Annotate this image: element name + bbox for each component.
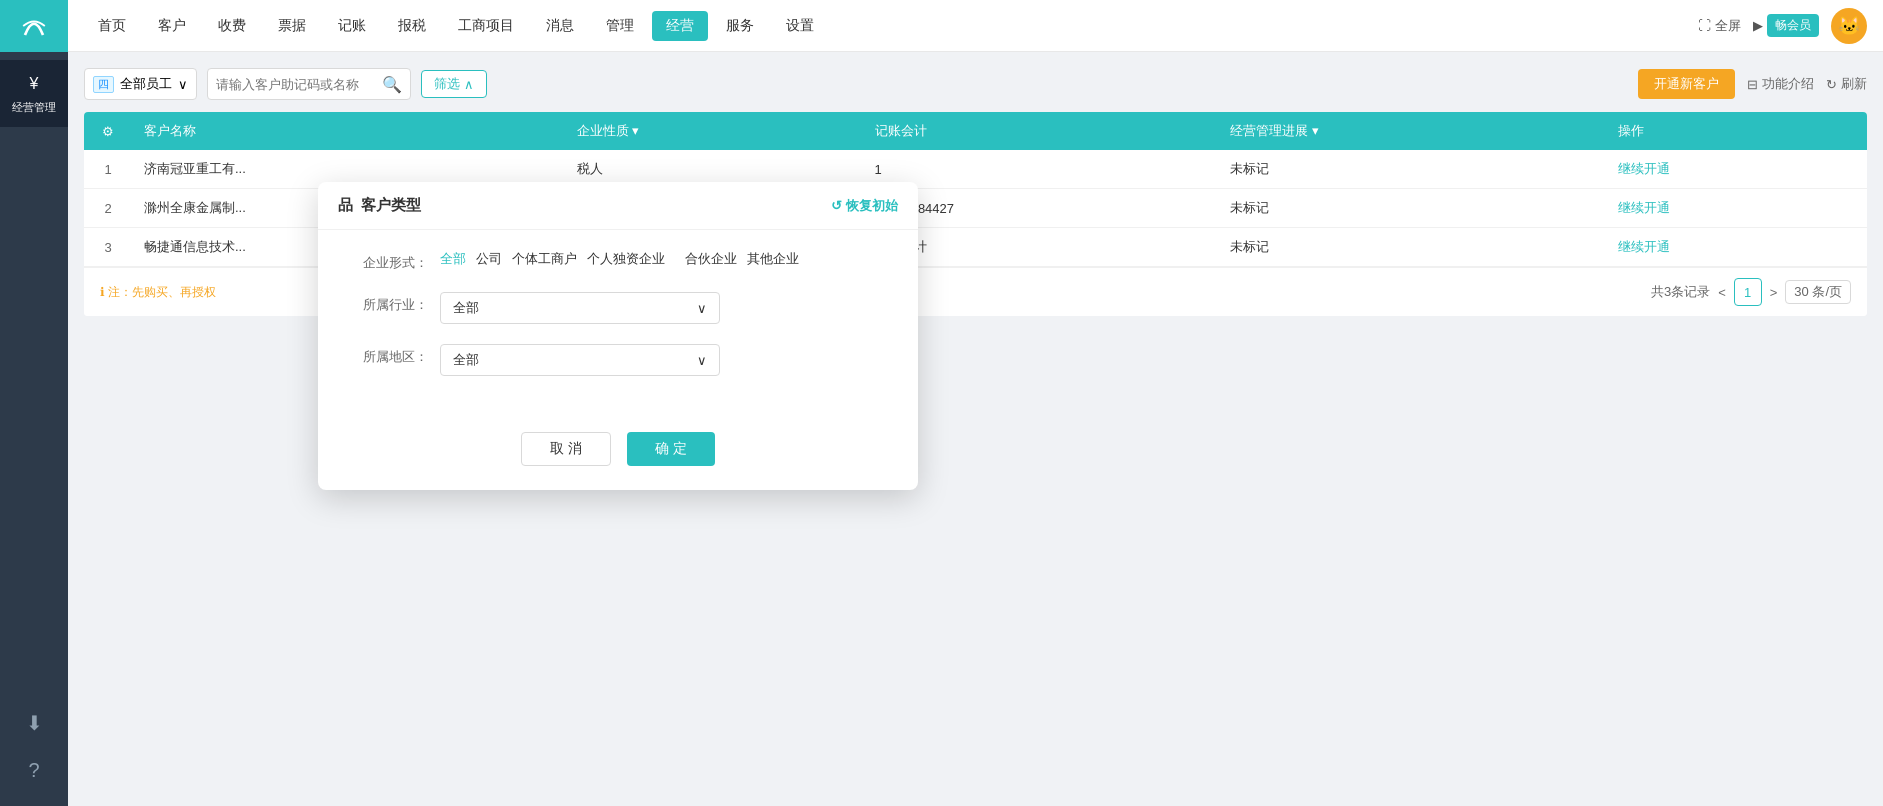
nav-manage[interactable]: 管理: [592, 11, 648, 41]
nav-operation[interactable]: 经营: [652, 11, 708, 41]
nav-tax[interactable]: 报税: [384, 11, 440, 41]
region-label: 所属地区：: [348, 344, 428, 366]
nav-biz[interactable]: 工商项目: [444, 11, 528, 41]
sidebar: ¥ 经营管理 ⬇ ?: [0, 52, 68, 806]
logo-area: [0, 0, 68, 52]
modal-header: 品 客户类型 ↺ 恢复初始: [318, 182, 918, 230]
modal-overlay: 品 客户类型 ↺ 恢复初始 企业形式： 全部 公司: [68, 52, 1883, 806]
region-value: 全部: [453, 351, 479, 369]
sidebar-item-operation[interactable]: ¥ 经营管理: [0, 60, 68, 127]
sidebar-label-operation: 经营管理: [12, 100, 56, 115]
modal-title: 客户类型: [361, 196, 421, 215]
modal-reset-btn[interactable]: ↺ 恢复初始: [831, 197, 898, 215]
nav-ticket[interactable]: 票据: [264, 11, 320, 41]
industry-select[interactable]: 全部 ∨: [440, 292, 720, 324]
industry-form-row: 所属行业： 全部 ∨: [348, 292, 888, 324]
confirm-btn[interactable]: 确 定: [627, 432, 715, 466]
industry-value: 全部: [453, 299, 479, 317]
type-partnership[interactable]: 合伙企业: [685, 250, 737, 268]
industry-label: 所属行业：: [348, 292, 428, 314]
type-other[interactable]: 其他企业: [747, 250, 799, 268]
type-individual[interactable]: 个体工商户: [512, 250, 577, 268]
download-icon[interactable]: ⬇: [18, 703, 51, 743]
main-layout: ¥ 经营管理 ⬇ ? 四 全部员工 ∨ 🔍 筛选 ∧ 开通新客户: [0, 52, 1883, 806]
vip-label: 畅会员: [1767, 14, 1819, 37]
yuan-icon: ¥: [22, 72, 46, 96]
modal-title-icon: 品: [338, 196, 353, 215]
type-company[interactable]: 公司: [476, 250, 502, 268]
cancel-btn[interactable]: 取 消: [521, 432, 611, 466]
modal-header-left: 品 客户类型: [338, 196, 421, 215]
sidebar-bottom: ⬇ ?: [0, 703, 68, 806]
video-icon: ▶: [1753, 18, 1763, 33]
nav-home[interactable]: 首页: [84, 11, 140, 41]
reset-icon: ↺: [831, 198, 842, 213]
industry-dropdown-icon: ∨: [697, 301, 707, 316]
industry-content: 全部 ∨: [440, 292, 888, 324]
enterprise-form-row: 企业形式： 全部 公司 个体工商户 个人独资企业 合伙企业 其他企业: [348, 250, 888, 272]
vip-btn[interactable]: ▶ 畅会员: [1753, 14, 1819, 37]
enterprise-form-label: 企业形式：: [348, 250, 428, 272]
region-form-row: 所属地区： 全部 ∨: [348, 344, 888, 376]
customer-type-modal: 品 客户类型 ↺ 恢复初始 企业形式： 全部 公司: [318, 182, 918, 490]
type-sole[interactable]: 个人独资企业: [587, 250, 665, 268]
nav-customer[interactable]: 客户: [144, 11, 200, 41]
nav-service[interactable]: 服务: [712, 11, 768, 41]
nav-fee[interactable]: 收费: [204, 11, 260, 41]
reset-label: 恢复初始: [846, 197, 898, 215]
nav-message[interactable]: 消息: [532, 11, 588, 41]
modal-footer: 取 消 确 定: [318, 416, 918, 490]
nav-items: 首页 客户 收费 票据 记账 报税 工商项目 消息 管理 经营 服务 设置: [84, 11, 1698, 41]
help-icon[interactable]: ?: [20, 751, 47, 790]
region-select[interactable]: 全部 ∨: [440, 344, 720, 376]
nav-settings[interactable]: 设置: [772, 11, 828, 41]
top-nav: 首页 客户 收费 票据 记账 报税 工商项目 消息 管理 经营 服务 设置 ⛶ …: [0, 0, 1883, 52]
enterprise-types: 全部 公司 个体工商户 个人独资企业 合伙企业 其他企业: [440, 250, 888, 268]
nav-accounting[interactable]: 记账: [324, 11, 380, 41]
fullscreen-btn[interactable]: ⛶ 全屏: [1698, 17, 1741, 35]
region-content: 全部 ∨: [440, 344, 888, 376]
fullscreen-label: 全屏: [1715, 17, 1741, 35]
nav-right: ⛶ 全屏 ▶ 畅会员 🐱: [1698, 8, 1867, 44]
fullscreen-icon: ⛶: [1698, 18, 1711, 33]
modal-body: 企业形式： 全部 公司 个体工商户 个人独资企业 合伙企业 其他企业: [318, 230, 918, 416]
content-area: 四 全部员工 ∨ 🔍 筛选 ∧ 开通新客户 ⊟ 功能介绍 ↻ 刷新: [68, 52, 1883, 806]
avatar[interactable]: 🐱: [1831, 8, 1867, 44]
region-dropdown-icon: ∨: [697, 353, 707, 368]
type-all[interactable]: 全部: [440, 250, 466, 268]
avatar-icon: 🐱: [1838, 15, 1860, 37]
